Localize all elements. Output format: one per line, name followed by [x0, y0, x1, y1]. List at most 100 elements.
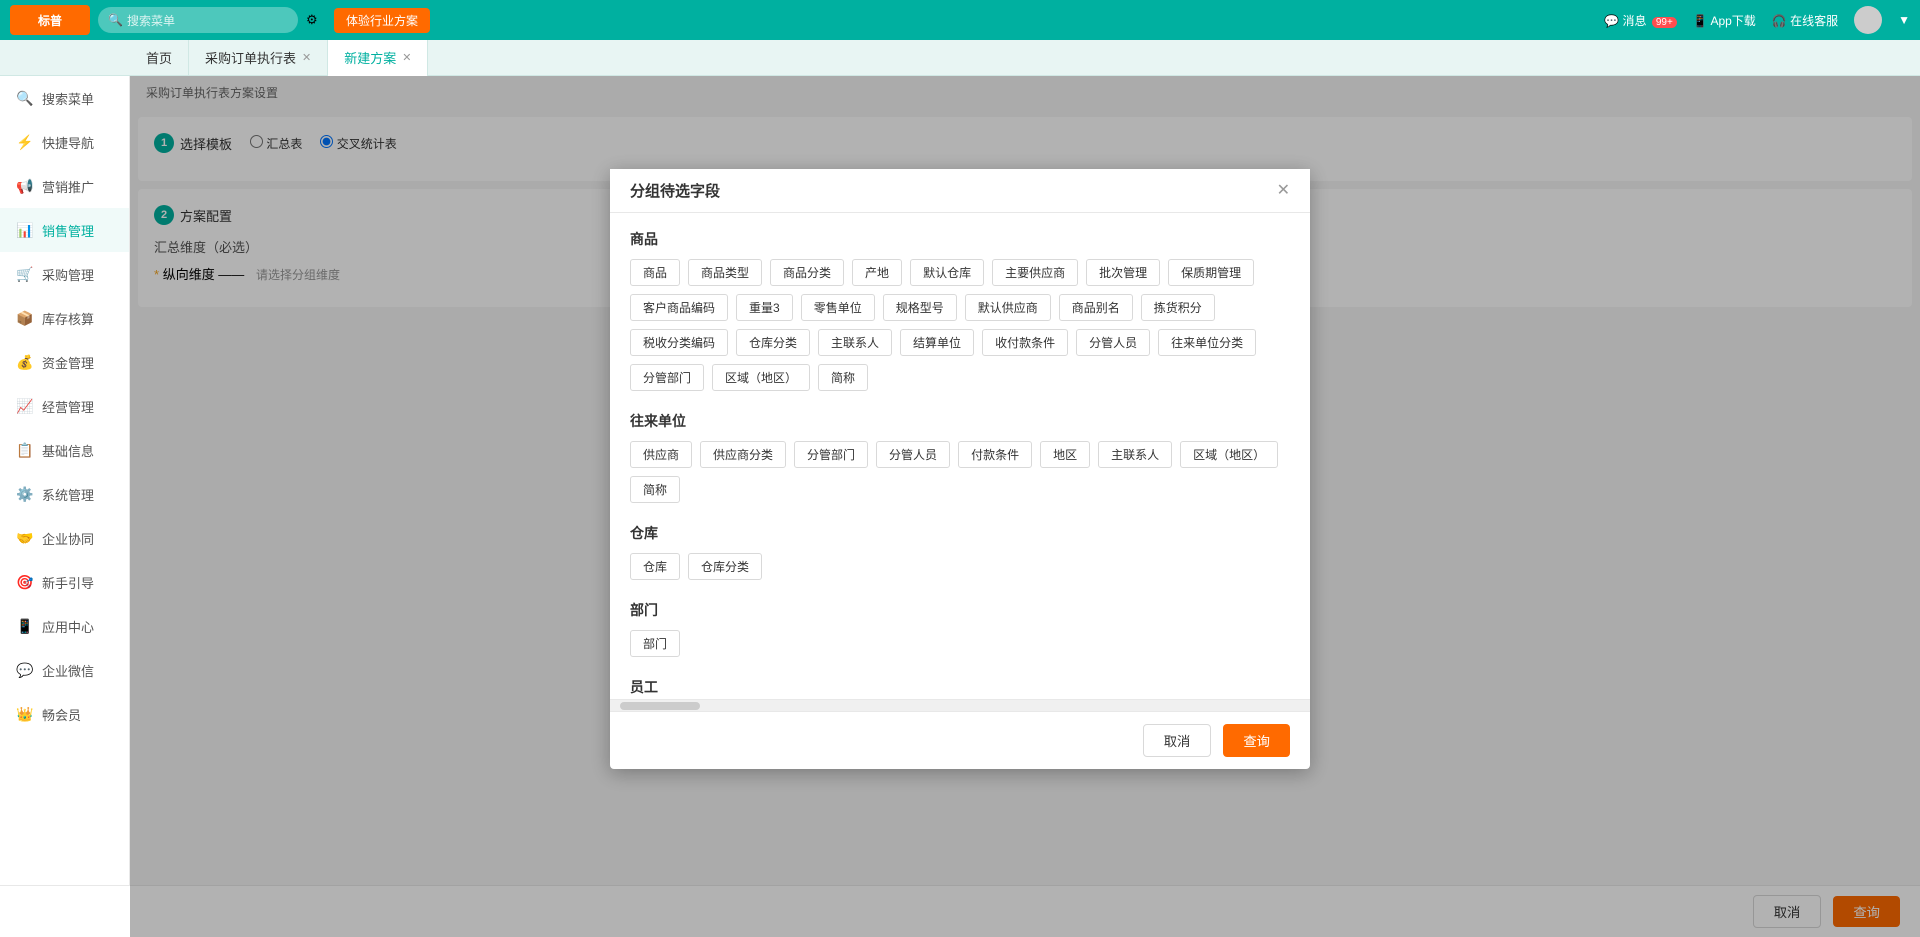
operations-icon: 📈 [16, 397, 34, 415]
tab-purchase-exec[interactable]: 采购订单执行表 ✕ [189, 40, 328, 76]
sidebar-item-guide[interactable]: 🎯 新手引导 [0, 560, 129, 604]
warehouse-field-tags: 仓库 仓库分类 [630, 553, 1290, 580]
tab-home[interactable]: 首页 [130, 40, 189, 76]
field-tag[interactable]: 商品 [630, 259, 680, 286]
top-bar-right: 💬 消息 99+ 📱 App下载 🎧 在线客服 ▼ [1604, 6, 1910, 34]
app-download-item[interactable]: 📱 App下载 [1693, 12, 1756, 29]
field-tag[interactable]: 拣货积分 [1141, 294, 1215, 321]
sidebar-item-sales[interactable]: 📊 销售管理 [0, 208, 129, 252]
modal-title: 分组待选字段 [630, 180, 720, 201]
field-tag[interactable]: 区域（地区） [712, 364, 810, 391]
sidebar-item-marketing[interactable]: 📢 营销推广 [0, 164, 129, 208]
field-tag[interactable]: 分管人员 [1076, 329, 1150, 356]
field-tag[interactable]: 零售单位 [801, 294, 875, 321]
tab-home-label: 首页 [146, 48, 172, 67]
message-icon: 💬 [1604, 14, 1619, 28]
field-tag[interactable]: 仓库 [630, 553, 680, 580]
field-tag[interactable]: 收付款条件 [982, 329, 1068, 356]
modal-body: 商品 商品 商品类型 商品分类 产地 默认仓库 主要供应商 批次管理 保质期管理… [610, 213, 1310, 699]
quick-nav-icon: ⚡ [16, 133, 34, 151]
tab-purchase-exec-close[interactable]: ✕ [302, 51, 311, 64]
sidebar-label-search: 搜索菜单 [42, 89, 94, 108]
modal-header: 分组待选字段 ✕ [610, 169, 1310, 213]
sidebar-label-enterprise: 企业协同 [42, 529, 94, 548]
sidebar-label-finance: 资金管理 [42, 353, 94, 372]
field-tag[interactable]: 结算单位 [900, 329, 974, 356]
sidebar-item-inventory[interactable]: 📦 库存核算 [0, 296, 129, 340]
expand-icon[interactable]: ▼ [1898, 13, 1910, 27]
basic-info-icon: 📋 [16, 441, 34, 459]
sidebar-item-vip[interactable]: 👑 畅会员 [0, 692, 129, 736]
message-item[interactable]: 💬 消息 99+ [1604, 12, 1677, 29]
field-tag[interactable]: 部门 [630, 630, 680, 657]
field-tag[interactable]: 简称 [818, 364, 868, 391]
hscroll-thumb[interactable] [620, 702, 700, 710]
field-tag[interactable]: 产地 [852, 259, 902, 286]
field-tag[interactable]: 分管人员 [876, 441, 950, 468]
sidebar-item-purchase[interactable]: 🛒 采购管理 [0, 252, 129, 296]
field-tag[interactable]: 默认仓库 [910, 259, 984, 286]
field-tag[interactable]: 付款条件 [958, 441, 1032, 468]
sidebar-item-wechat[interactable]: 💬 企业微信 [0, 648, 129, 692]
sidebar-item-operations[interactable]: 📈 经营管理 [0, 384, 129, 428]
field-tag[interactable]: 主联系人 [818, 329, 892, 356]
sidebar-item-finance[interactable]: 💰 资金管理 [0, 340, 129, 384]
modal-horizontal-scrollbar[interactable] [610, 699, 1310, 711]
field-tag[interactable]: 供应商 [630, 441, 692, 468]
sidebar: 🔍 搜索菜单 ⚡ 快捷导航 📢 营销推广 📊 销售管理 🛒 采购管理 📦 库存核… [0, 76, 130, 937]
field-tag[interactable]: 分管部门 [794, 441, 868, 468]
sidebar-label-marketing: 营销推广 [42, 177, 94, 196]
field-tag[interactable]: 规格型号 [883, 294, 957, 321]
online-service-item[interactable]: 🎧 在线客服 [1772, 12, 1838, 29]
field-tag[interactable]: 主联系人 [1098, 441, 1172, 468]
field-select-modal: 分组待选字段 ✕ 商品 商品 商品类型 商品分类 产地 默认仓库 主要供应商 批… [610, 169, 1310, 769]
sidebar-item-search[interactable]: 🔍 搜索菜单 [0, 76, 129, 120]
purchase-icon: 🛒 [16, 265, 34, 283]
modal-close-button[interactable]: ✕ [1277, 180, 1290, 200]
cancel-button[interactable]: 取消 [1143, 724, 1212, 757]
field-tag[interactable]: 保质期管理 [1168, 259, 1254, 286]
field-tag[interactable]: 往来单位分类 [1158, 329, 1256, 356]
sidebar-label-purchase: 采购管理 [42, 265, 94, 284]
field-tag[interactable]: 商品类型 [688, 259, 762, 286]
sidebar-label-quick-nav: 快捷导航 [42, 133, 94, 152]
field-tag[interactable]: 重量3 [736, 294, 793, 321]
tab-new-plan[interactable]: 新建方案 ✕ [328, 40, 428, 76]
search-placeholder: 搜索菜单 [127, 12, 175, 29]
section-counterpart-title: 往来单位 [630, 411, 1290, 431]
goods-field-tags: 商品 商品类型 商品分类 产地 默认仓库 主要供应商 批次管理 保质期管理 客户… [630, 259, 1290, 391]
wechat-icon: 💬 [16, 661, 34, 679]
avatar[interactable] [1854, 6, 1882, 34]
confirm-button[interactable]: 查询 [1223, 724, 1290, 757]
enterprise-icon: 🤝 [16, 529, 34, 547]
search-bar[interactable]: 🔍 搜索菜单 [98, 7, 298, 33]
sidebar-item-quick-nav[interactable]: ⚡ 快捷导航 [0, 120, 129, 164]
settings-icon[interactable]: ⚙ [306, 12, 326, 28]
field-tag[interactable]: 默认供应商 [965, 294, 1051, 321]
sidebar-item-system[interactable]: ⚙️ 系统管理 [0, 472, 129, 516]
field-tag[interactable]: 简称 [630, 476, 680, 503]
tab-bar: 首页 采购订单执行表 ✕ 新建方案 ✕ [0, 40, 1920, 76]
field-tag[interactable]: 区域（地区） [1180, 441, 1278, 468]
field-tag[interactable]: 批次管理 [1086, 259, 1160, 286]
sidebar-item-basic-info[interactable]: 📋 基础信息 [0, 428, 129, 472]
field-tag[interactable]: 地区 [1040, 441, 1090, 468]
app-logo: 标普 [10, 5, 90, 35]
sidebar-label-inventory: 库存核算 [42, 309, 94, 328]
field-tag[interactable]: 供应商分类 [700, 441, 786, 468]
field-tag[interactable]: 商品分类 [770, 259, 844, 286]
sidebar-label-system: 系统管理 [42, 485, 94, 504]
sidebar-item-enterprise[interactable]: 🤝 企业协同 [0, 516, 129, 560]
field-tag[interactable]: 税收分类编码 [630, 329, 728, 356]
experience-btn[interactable]: 体验行业方案 [334, 8, 430, 33]
field-tag[interactable]: 客户商品编码 [630, 294, 728, 321]
field-tag[interactable]: 仓库分类 [736, 329, 810, 356]
section-department-title: 部门 [630, 600, 1290, 620]
sidebar-item-app-center[interactable]: 📱 应用中心 [0, 604, 129, 648]
tab-new-plan-close[interactable]: ✕ [402, 51, 411, 64]
section-warehouse: 仓库 仓库 仓库分类 [630, 523, 1290, 580]
field-tag[interactable]: 商品别名 [1059, 294, 1133, 321]
field-tag[interactable]: 主要供应商 [992, 259, 1078, 286]
field-tag[interactable]: 分管部门 [630, 364, 704, 391]
field-tag[interactable]: 仓库分类 [688, 553, 762, 580]
